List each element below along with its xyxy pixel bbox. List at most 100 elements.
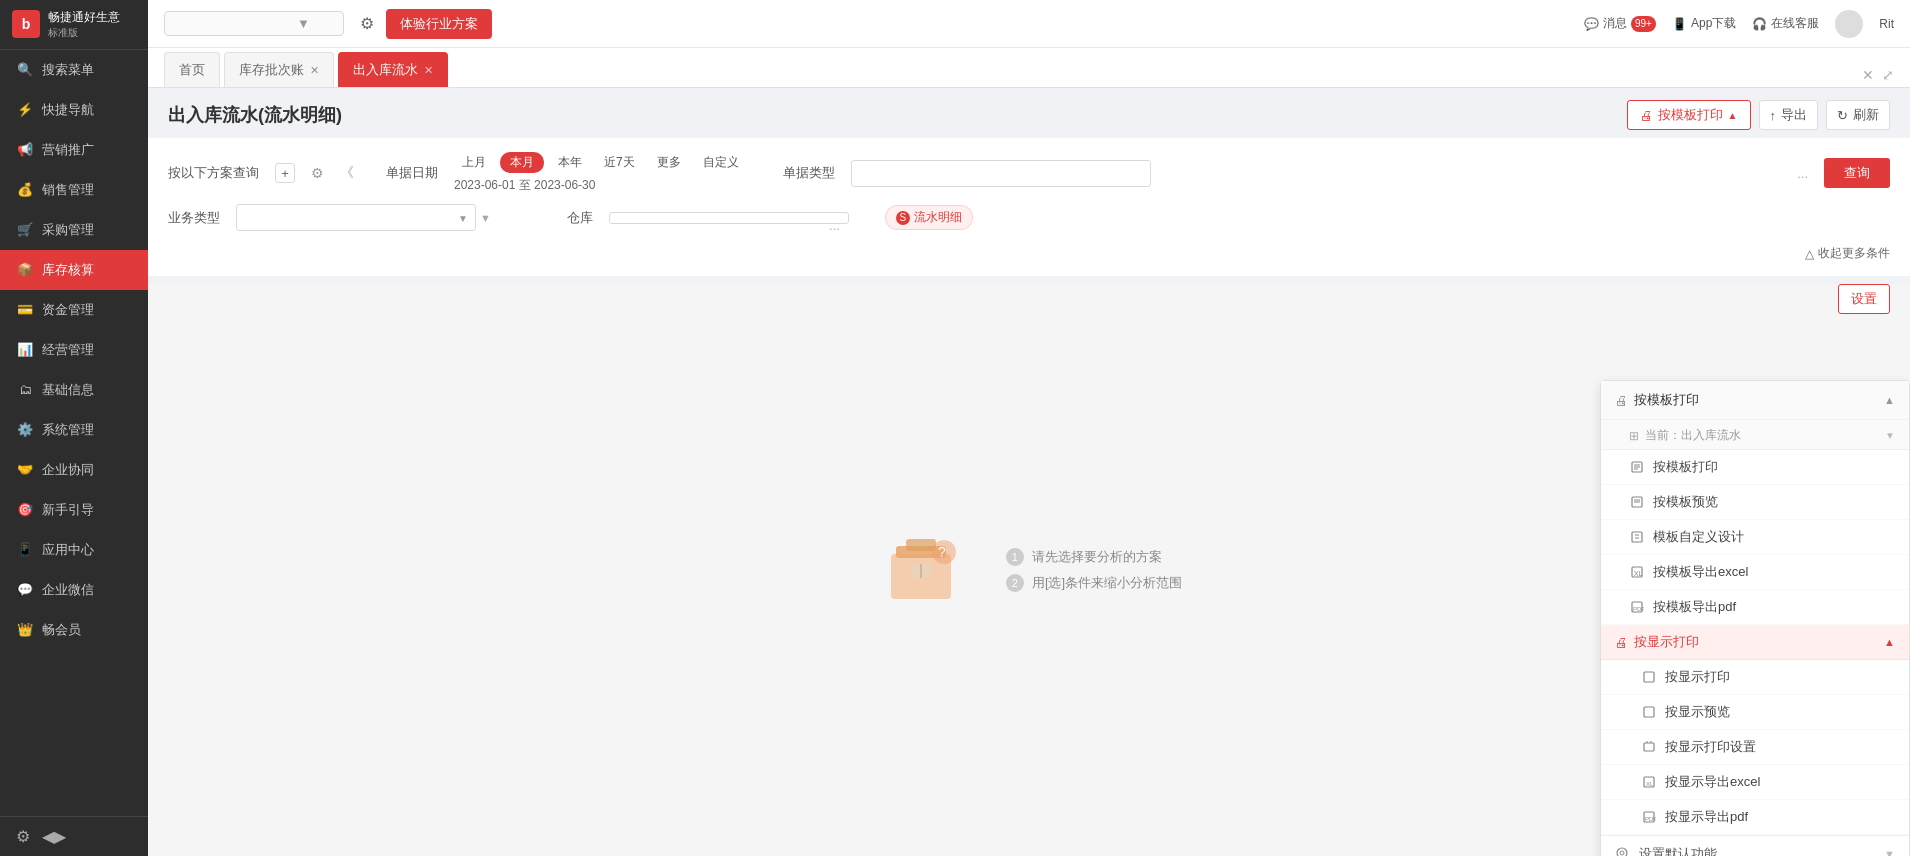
template-print-btn[interactable]: 🖨 按模板打印 ▲ [1627, 100, 1751, 130]
sidebar-item-purchase[interactable]: 🛒 采购管理 [0, 210, 148, 250]
sidebar-item-sales[interactable]: 💰 销售管理 [0, 170, 148, 210]
template-pdf-icon: PDF [1629, 599, 1645, 615]
tab-expand-icon[interactable]: ⤢ [1882, 67, 1894, 83]
refresh-btn[interactable]: ↻ 刷新 [1826, 100, 1890, 130]
settings-bottom-icon[interactable]: ⚙ [16, 827, 30, 846]
filter-tag-liushui[interactable]: S 流水明细 [885, 205, 973, 230]
tab-close-inventory-batch[interactable]: ✕ [310, 64, 319, 77]
menu-item-display-preview[interactable]: 按显示预览 [1601, 695, 1909, 730]
empty-illustration: ? [876, 524, 966, 617]
template-customize-label: 模板自定义设计 [1653, 528, 1895, 546]
cart-icon: 🛒 [16, 221, 34, 239]
filter-add-btn[interactable]: + [275, 163, 295, 183]
sidebar-item-search[interactable]: 🔍 搜索菜单 [0, 50, 148, 90]
date-btn-this-year[interactable]: 本年 [550, 152, 590, 173]
doc-type-select[interactable] [851, 160, 1151, 187]
app-download-btn[interactable]: 📱 App下载 [1672, 15, 1736, 32]
page-title: 出入库流水(流水明细) [168, 103, 342, 127]
display-print-section-header[interactable]: 🖨 按显示打印 ▲ [1601, 625, 1909, 660]
business-type-select[interactable] [236, 204, 476, 231]
brand-name: 畅捷通好生意 [48, 10, 120, 26]
query-btn[interactable]: 查询 [1824, 158, 1890, 188]
date-btn-last-month[interactable]: 上月 [454, 152, 494, 173]
page-header-actions: 🖨 按模板打印 ▲ ↑ 导出 ↻ 刷新 [1627, 100, 1890, 130]
topbar-settings-icon[interactable]: ⚙ [360, 14, 374, 33]
user-avatar[interactable] [1835, 10, 1863, 38]
card-icon: 💳 [16, 301, 34, 319]
collapse-btn[interactable]: △ 收起更多条件 [168, 245, 1890, 262]
search-input[interactable] [173, 17, 293, 31]
menu-item-template-excel[interactable]: XL 按模板导出excel [1601, 555, 1909, 590]
current-arrow-icon[interactable]: ▼ [1885, 430, 1895, 441]
business-type-dropdown-icon[interactable]: ▼ [480, 212, 491, 224]
date-btn-this-month[interactable]: 本月 [500, 152, 544, 173]
handshake-icon: 🤝 [16, 461, 34, 479]
template-print-header: 🖨 按模板打印 ▲ [1601, 381, 1909, 420]
menu-item-display-excel[interactable]: XL 按显示导出excel [1601, 765, 1909, 800]
display-print-settings-icon [1641, 739, 1657, 755]
menu-item-template-print[interactable]: 按模板打印 [1601, 450, 1909, 485]
date-btn-more[interactable]: 更多 [649, 152, 689, 173]
menu-item-display-print-settings[interactable]: 按显示打印设置 [1601, 730, 1909, 765]
menu-item-template-preview[interactable]: 按模板预览 [1601, 485, 1909, 520]
tab-close-inout-flow[interactable]: ✕ [424, 64, 433, 77]
display-section-arrow-icon[interactable]: ▲ [1884, 636, 1895, 648]
header-arrow-icon[interactable]: ▲ [1884, 394, 1895, 406]
svg-text:?: ? [938, 544, 946, 560]
menu-item-template-customize[interactable]: 模板自定义设计 [1601, 520, 1909, 555]
date-filter-label: 单据日期 [386, 164, 438, 182]
sidebar-item-member[interactable]: 👑 畅会员 [0, 610, 148, 650]
message-btn[interactable]: 💬 消息 99+ [1584, 15, 1656, 32]
date-btn-7days[interactable]: 近7天 [596, 152, 643, 173]
sidebar-item-marketing[interactable]: 📢 营销推广 [0, 130, 148, 170]
username-label: Rit [1879, 17, 1894, 31]
tab-inout-flow[interactable]: 出入库流水 ✕ [338, 52, 448, 87]
settings-btn[interactable]: 设置 [1838, 284, 1890, 314]
collapse-arrow-icon: △ [1805, 247, 1814, 261]
warehouse-input[interactable]: ... [609, 212, 849, 224]
chart-icon: 📊 [16, 341, 34, 359]
doc-type-more-icon[interactable]: ... [1797, 166, 1808, 181]
search-icon: 🔍 [16, 61, 34, 79]
export-icon: ↑ [1770, 108, 1777, 123]
sidebar-item-quick-nav[interactable]: ⚡ 快捷导航 [0, 90, 148, 130]
toggle-sidebar-icon[interactable]: ◀▶ [42, 827, 66, 846]
main-content: ▼ ⚙ 体验行业方案 💬 消息 99+ 📱 App下载 🎧 在线客服 [148, 0, 1910, 856]
display-pdf-icon: PDF [1641, 809, 1657, 825]
export-btn[interactable]: ↑ 导出 [1759, 100, 1819, 130]
sidebar-item-finance[interactable]: 💳 资金管理 [0, 290, 148, 330]
tab-home[interactable]: 首页 [164, 52, 220, 87]
menu-footer-settings[interactable]: 设置默认功能 ▼ [1601, 835, 1909, 856]
menu-item-display-print[interactable]: 按显示打印 [1601, 660, 1909, 695]
filter-collapse-icon[interactable]: 《 [340, 164, 354, 182]
sidebar-item-wechat[interactable]: 💬 企业微信 [0, 570, 148, 610]
date-btn-custom[interactable]: 自定义 [695, 152, 747, 173]
empty-hint-list: 1 请先选择要分析的方案 2 用[选]条件来缩小分析范围 [1006, 548, 1182, 592]
sidebar-item-operations[interactable]: 📊 经营管理 [0, 330, 148, 370]
sidebar-item-inventory[interactable]: 📦 库存核算 [0, 250, 148, 290]
topbar: ▼ ⚙ 体验行业方案 💬 消息 99+ 📱 App下载 🎧 在线客服 [148, 0, 1910, 48]
page-content: 出入库流水(流水明细) 🖨 按模板打印 ▲ ↑ 导出 ↻ 刷新 [148, 88, 1910, 856]
tab-close-all-icon[interactable]: ✕ [1862, 67, 1874, 83]
sidebar-label: 搜索菜单 [42, 61, 94, 79]
menu-item-display-pdf[interactable]: PDF 按显示导出pdf [1601, 800, 1909, 835]
printer-header-icon: 🖨 [1615, 393, 1628, 408]
display-preview-label: 按显示预览 [1665, 703, 1895, 721]
sidebar-item-basic-info[interactable]: 🗂 基础信息 [0, 370, 148, 410]
trial-btn[interactable]: 体验行业方案 [386, 9, 492, 39]
filter-area: 按以下方案查询 + ⚙ 《 单据日期 上月 本月 本年 近7天 更多 自定义 [148, 138, 1910, 276]
sidebar-item-sys-mgmt[interactable]: ⚙️ 系统管理 [0, 410, 148, 450]
online-service-btn[interactable]: 🎧 在线客服 [1752, 15, 1819, 32]
search-dropdown-icon[interactable]: ▼ [297, 16, 310, 31]
tabs-bar: 首页 库存批次账 ✕ 出入库流水 ✕ ✕ ⤢ [148, 48, 1910, 88]
tab-inventory-batch[interactable]: 库存批次账 ✕ [224, 52, 334, 87]
folder-icon: 🗂 [16, 381, 34, 399]
menu-item-template-pdf[interactable]: PDF 按模板导出pdf [1601, 590, 1909, 625]
filter-settings-icon[interactable]: ⚙ [311, 165, 324, 181]
current-template-label: 当前：出入库流水 [1645, 427, 1741, 444]
hint-num-2: 2 [1006, 574, 1024, 592]
sidebar-item-app-center[interactable]: 📱 应用中心 [0, 530, 148, 570]
sidebar-item-collab[interactable]: 🤝 企业协同 [0, 450, 148, 490]
display-pdf-label: 按显示导出pdf [1665, 808, 1895, 826]
sidebar-item-guide[interactable]: 🎯 新手引导 [0, 490, 148, 530]
